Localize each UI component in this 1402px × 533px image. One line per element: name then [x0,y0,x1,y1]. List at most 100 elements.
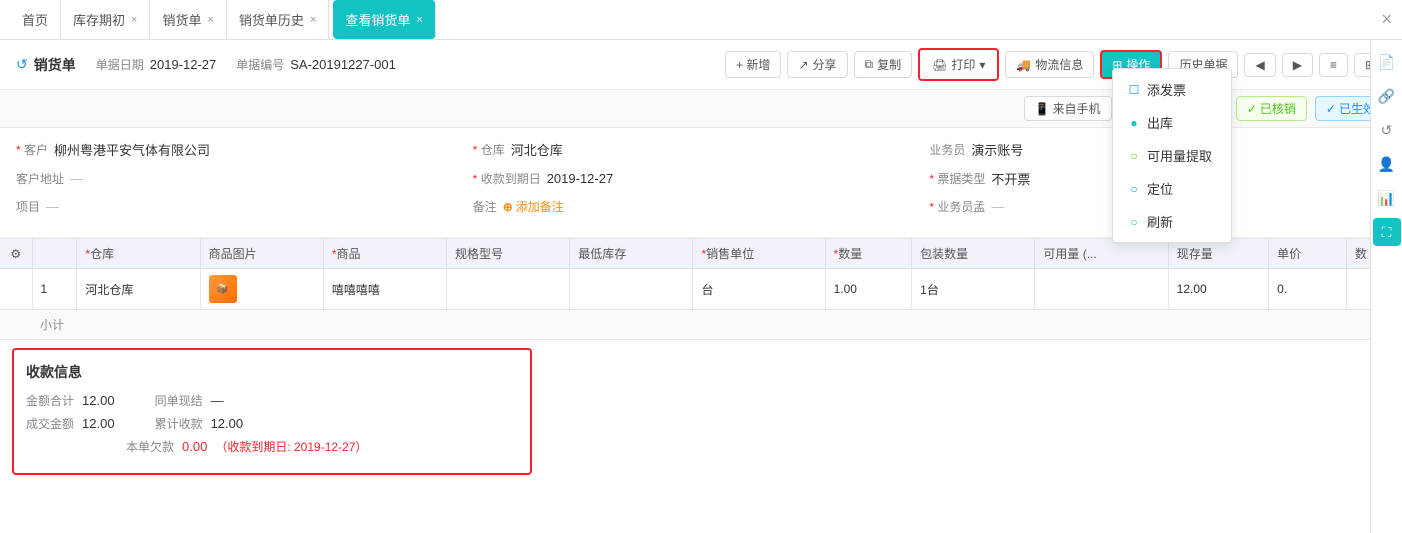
nav-next-button[interactable]: ▶ [1282,53,1313,77]
total-amount-value: 12.00 [82,393,115,408]
salesperson-value: 演示账号 [971,140,1023,159]
tab-sales[interactable]: 销货单 × [150,0,226,39]
cell-unit-price: 0. [1269,269,1347,310]
share-button[interactable]: ↗ 分享 [787,51,847,78]
menu-outbound[interactable]: ● 出库 [1113,106,1231,139]
doc-date-field: 单据日期 2019-12-27 [96,56,217,73]
same-order-label: 同单现结 [155,392,203,409]
doc-meta: 单据日期 2019-12-27 单据编号 SA-20191227-001 [96,56,725,73]
col-settings[interactable]: ⚙ [0,239,32,269]
tab-inventory[interactable]: 库存期初 × [61,0,150,39]
col-seq [32,239,77,269]
cell-min-stock [570,269,693,310]
cell-warehouse: 河北仓库 [77,269,200,310]
cell-pack-qty: 1台 [912,269,1035,310]
outbound-icon: ● [1127,116,1141,130]
cumulative-value: 12.00 [211,416,244,431]
payment-row-3: 本单欠款 0.00 （收款到期日: 2019-12-27） [26,438,518,455]
check-icon-cancelled: ✓ [1247,102,1257,116]
doc-date-value: 2019-12-27 [150,57,217,72]
col-current-stock: 现存量 [1168,239,1268,269]
share-icon: ↗ [798,58,808,72]
cell-product: 嘻嘻嘻嘻 [323,269,446,310]
note-label: 备注 [473,198,497,215]
available-qty-icon: ○ [1127,149,1141,163]
sidebar-icon-expand[interactable]: ⛶ [1373,218,1401,246]
ticket-type-value: 不开票 [991,169,1030,188]
col-sales-unit: *销售单位 [693,239,825,269]
total-amount-field: 金额合计 12.00 [26,392,115,409]
logistics-button[interactable]: 🚚 物流信息 [1005,51,1094,78]
product-table-container: ⚙ *仓库 商品图片 *商品 规格型号 最低库存 *销售单位 *数量 包装数量 … [0,238,1402,340]
doc-title: 销货单 [34,55,76,75]
toolbar: + 新增 ↗ 分享 ⧉ 复制 🖨 打印 ▾ 🚚 物流信息 ⊞ [725,48,1386,81]
menu-locate[interactable]: ○ 定位 [1113,172,1231,205]
logistics-icon: 🚚 [1016,58,1031,72]
tab-sales-history-close[interactable]: × [310,14,316,26]
new-button[interactable]: + 新增 [725,51,781,78]
add-note-button[interactable]: ⊕ 添加备注 [503,198,564,215]
col-unit-price: 单价 [1269,239,1347,269]
sidebar-icon-refresh[interactable]: ↺ [1373,116,1401,144]
tab-sales-history[interactable]: 销货单历史 × [227,0,329,39]
already-cancelled-badge: ✓ 已核销 [1236,96,1307,121]
transaction-value: 12.00 [82,416,115,431]
check-icon-effective: ✓ [1326,102,1336,116]
col-available: 可用量 (... [1035,239,1168,269]
product-thumbnail: 📦 [209,275,237,303]
project-field: 项目 — [16,198,473,215]
cell-quantity: 1.00 [825,269,912,310]
col-product: *商品 [323,239,446,269]
total-amount-label: 金额合计 [26,392,74,409]
table-row: 1 河北仓库 📦 嘻嘻嘻嘻 台 1.00 1台 12.00 0. [0,269,1402,310]
address-value: — [70,171,83,186]
col-min-stock: 最低库存 [570,239,693,269]
phone-icon: 📱 [1035,102,1050,116]
arrears-field: 本单欠款 0.00 （收款到期日: 2019-12-27） [126,438,367,455]
print-button[interactable]: 🖨 打印 ▾ [922,52,995,77]
tab-inventory-close[interactable]: × [131,14,137,26]
cell-product-img: 📦 [200,269,323,310]
same-order-field: 同单现结 — [155,392,224,409]
warehouse-field: 仓库 河北仓库 [473,140,930,159]
doc-number-label: 单据编号 [236,56,284,73]
warehouse-value: 河北仓库 [511,140,563,159]
menu-refresh[interactable]: ○ 刷新 [1113,205,1231,238]
payment-date-field: 收款到期日 2019-12-27 [473,170,930,187]
tab-home[interactable]: 首页 [10,0,61,39]
payment-row-2: 成交金额 12.00 累计收款 12.00 [26,415,518,432]
copy-button[interactable]: ⧉ 复制 [854,51,913,78]
sidebar-icon-user[interactable]: 👤 [1373,150,1401,178]
tab-view-sales-close[interactable]: × [416,14,422,26]
table-header-row: ⚙ *仓库 商品图片 *商品 规格型号 最低库存 *销售单位 *数量 包装数量 … [0,239,1402,269]
project-value: — [46,199,59,214]
cell-settings [0,269,32,310]
arrears-note: （收款到期日: 2019-12-27） [215,438,367,455]
cell-current-stock: 12.00 [1168,269,1268,310]
sidebar-icon-chart[interactable]: 📊 [1373,184,1401,212]
bottom-section: 收款信息 金额合计 12.00 同单现结 — 成交金额 12.00 累计收款 [0,340,1402,483]
locate-icon: ○ [1127,182,1141,196]
transaction-label: 成交金额 [26,415,74,432]
print-highlight-wrapper: 🖨 打印 ▾ [918,48,999,81]
cumulative-label: 累计收款 [155,415,203,432]
nav-prev-button[interactable]: ◀ [1244,53,1275,77]
sidebar-icon-doc[interactable]: 📄 [1373,48,1401,76]
menu-available-qty[interactable]: ○ 可用量提取 [1113,139,1231,172]
customer-value: 柳州粤港平安气体有限公司 [54,140,210,159]
tab-view-sales[interactable]: 查看销货单 × [333,0,435,39]
cell-spec [447,269,570,310]
tab-bar: 首页 库存期初 × 销货单 × 销货单历史 × 查看销货单 × × [0,0,1402,40]
doc-number-value: SA-20191227-001 [290,57,396,72]
view-list-button[interactable]: ≡ [1319,53,1348,77]
col-pack-qty: 包装数量 [912,239,1035,269]
payment-row-1: 金额合计 12.00 同单现结 — [26,392,518,409]
address-field: 客户地址 — [16,170,473,187]
window-close-button[interactable]: × [1381,9,1392,30]
menu-add-invoice[interactable]: ☐ 添发票 [1113,73,1231,106]
sidebar-icon-link[interactable]: 🔗 [1373,82,1401,110]
plus-icon: ⊕ [503,200,513,214]
cell-sales-unit: 台 [693,269,825,310]
tab-sales-close[interactable]: × [207,14,213,26]
from-phone-button[interactable]: 📱 来自手机 [1024,96,1112,121]
